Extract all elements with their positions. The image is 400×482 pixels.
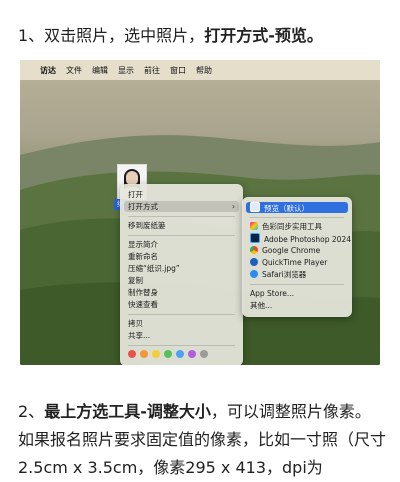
- tag-yellow[interactable]: [152, 350, 160, 358]
- mac-screenshot: 访达 文件 编辑 显示 前往 窗口 帮助 纸 打开 打开方式› 移到废纸篓 显示…: [20, 60, 380, 365]
- step2-num: 2、: [18, 402, 45, 421]
- photo-face: [126, 171, 138, 185]
- ctx-copy[interactable]: 拷贝: [128, 318, 235, 329]
- sub-chrome-label: Google Chrome: [262, 246, 321, 255]
- sub-photoshop[interactable]: Adobe Photoshop 2024: [250, 233, 351, 244]
- chrome-app-icon: [250, 246, 258, 254]
- divider: [128, 216, 235, 217]
- menu-window[interactable]: 窗口: [170, 65, 186, 76]
- divider: [250, 284, 344, 285]
- colorsync-app-icon: [250, 222, 258, 230]
- divider: [128, 314, 235, 315]
- sub-preview-label: 预览（默认）: [264, 204, 309, 213]
- preview-app-icon: [250, 202, 260, 212]
- sub-colorsync[interactable]: 色彩同步实用工具: [250, 221, 344, 232]
- sub-quicktime[interactable]: QuickTime Player: [250, 257, 344, 268]
- safari-app-icon: [250, 270, 258, 278]
- context-menu: 打开 打开方式 › 移到废纸篓 显示简介 重新命名 压缩“纸识.jpg” 复制 制…: [120, 184, 243, 365]
- tag-orange[interactable]: [140, 350, 148, 358]
- tag-blue[interactable]: [176, 350, 184, 358]
- photoshop-app-icon: [250, 233, 260, 243]
- menu-bar: 访达 文件 编辑 显示 前往 窗口 帮助: [20, 60, 380, 80]
- menu-edit[interactable]: 编辑: [92, 65, 108, 76]
- ctx-trash[interactable]: 移到废纸篓: [128, 220, 235, 231]
- menu-go[interactable]: 前往: [144, 65, 160, 76]
- divider: [128, 345, 235, 346]
- step1-prefix: 1、双击照片，选中照片，: [18, 26, 205, 45]
- tag-green[interactable]: [164, 350, 172, 358]
- ctx-get-info[interactable]: 显示简介: [128, 239, 235, 250]
- chevron-right-icon: ›: [232, 202, 235, 211]
- tag-red[interactable]: [128, 350, 136, 358]
- tag-gray[interactable]: [200, 350, 208, 358]
- color-tags: [128, 350, 208, 358]
- step2-text: 2、最上方选工具-调整大小，可以调整照片像素。如果报名照片要求固定值的像素，比如…: [18, 398, 386, 482]
- ctx-rename[interactable]: 重新命名: [128, 251, 235, 262]
- quicktime-app-icon: [250, 258, 258, 266]
- sub-chrome[interactable]: Google Chrome: [250, 245, 344, 256]
- ctx-duplicate[interactable]: 复制: [128, 275, 235, 286]
- sub-app-store[interactable]: App Store...: [250, 288, 344, 299]
- menu-help[interactable]: 帮助: [196, 65, 212, 76]
- ctx-share[interactable]: 共享...: [128, 330, 235, 341]
- ctx-open-with[interactable]: 打开方式 ›: [124, 201, 239, 212]
- sub-photoshop-label: Adobe Photoshop 2024: [264, 235, 351, 244]
- sub-preview[interactable]: 预览（默认）: [246, 202, 348, 213]
- step1-bold: 打开方式-预览。: [204, 26, 323, 45]
- ctx-quick-look[interactable]: 快速查看: [128, 299, 235, 310]
- menu-finder[interactable]: 访达: [40, 65, 56, 76]
- open-with-submenu: 预览（默认） 色彩同步实用工具 Adobe Photoshop 2024 Goo…: [242, 197, 352, 317]
- ctx-open-with-label: 打开方式: [128, 202, 158, 211]
- step1-text: 1、双击照片，选中照片，打开方式-预览。: [18, 22, 386, 50]
- menu-file[interactable]: 文件: [66, 65, 82, 76]
- ctx-open[interactable]: 打开: [128, 189, 235, 200]
- tag-purple[interactable]: [188, 350, 196, 358]
- sub-safari[interactable]: Safari浏览器: [250, 269, 344, 280]
- sub-safari-label: Safari浏览器: [262, 270, 307, 279]
- ctx-make-alias[interactable]: 制作替身: [128, 287, 235, 298]
- divider: [128, 235, 235, 236]
- sub-other[interactable]: 其他...: [250, 300, 344, 311]
- menu-view[interactable]: 显示: [118, 65, 134, 76]
- sub-colorsync-label: 色彩同步实用工具: [262, 222, 322, 231]
- sub-quicktime-label: QuickTime Player: [262, 258, 328, 267]
- divider: [250, 217, 344, 218]
- step2-bold: 最上方选工具-调整大小: [44, 402, 211, 421]
- ctx-compress[interactable]: 压缩“纸识.jpg”: [128, 263, 235, 274]
